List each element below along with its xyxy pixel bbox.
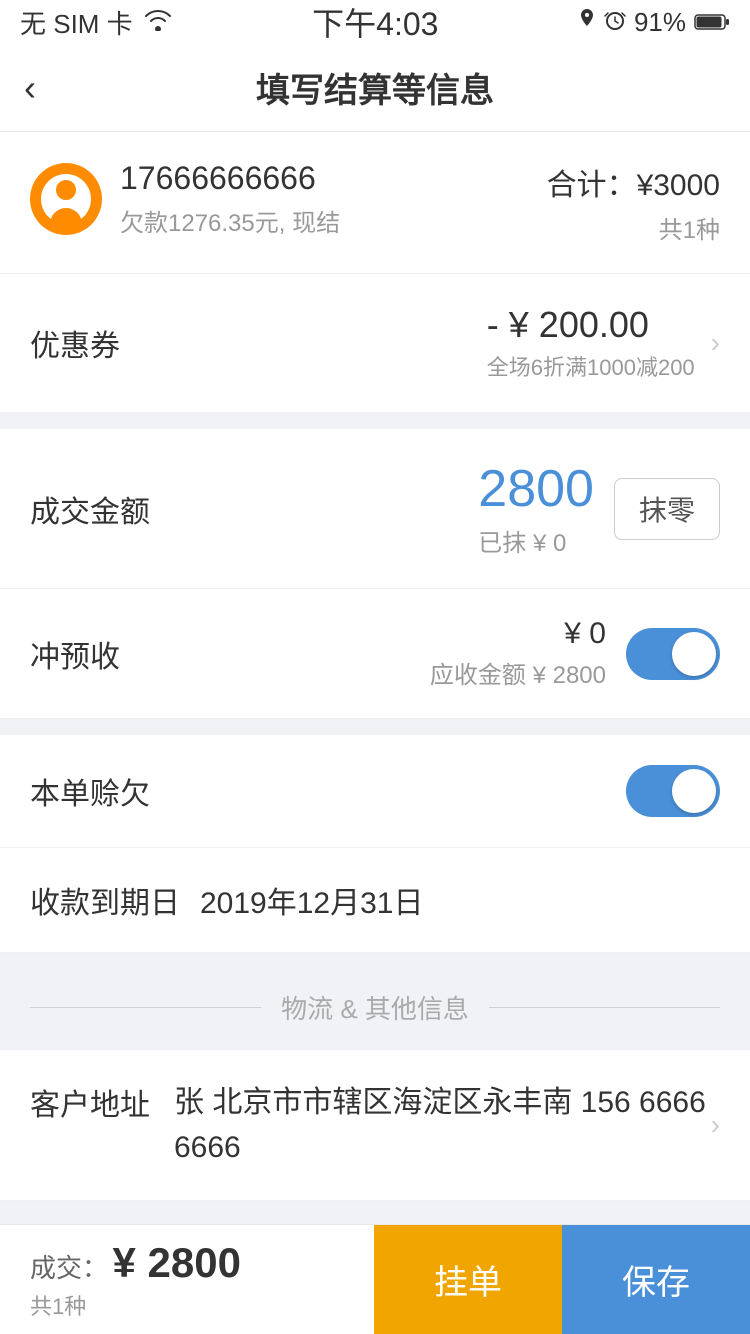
- debt-label: 本单赊欠: [30, 769, 150, 813]
- wifi-icon: [143, 7, 173, 38]
- prepay-row: 冲预收 ¥ 0 应收金额 ¥ 2800: [0, 589, 750, 719]
- bottom-btn-group: 挂单 保存: [374, 1225, 750, 1334]
- bottom-deal-count: 共1种: [30, 1289, 344, 1321]
- battery-text: 91%: [634, 7, 686, 38]
- prepay-amount: ¥ 0: [430, 617, 606, 651]
- logistics-divider-text: 物流 & 其他信息: [281, 989, 469, 1026]
- prepay-label: 冲预收: [30, 632, 120, 676]
- battery-icon: [694, 7, 730, 38]
- discount-value: - ¥ 200.00: [487, 304, 695, 346]
- discount-sub: 全场6折满1000减200: [487, 350, 695, 382]
- bottom-bar: 成交： ¥ 2800 共1种 挂单 保存: [0, 1224, 750, 1334]
- due-date-value: 2019年12月31日: [200, 878, 423, 922]
- section-gap-1: [0, 413, 750, 429]
- debt-toggle[interactable]: [626, 765, 720, 817]
- carrier-text: 无 SIM 卡: [20, 4, 133, 41]
- customer-sub-info: 欠款1276.35元, 现结: [120, 203, 340, 238]
- avatar-image: [41, 174, 91, 224]
- deal-amount-value: 2800: [478, 459, 594, 519]
- debt-row: 本单赊欠: [0, 735, 750, 848]
- section-gap-3: [0, 953, 750, 969]
- deal-amount-label: 成交金额: [30, 487, 150, 531]
- divider-line-left: [30, 1007, 261, 1008]
- location-icon: [578, 7, 596, 38]
- discount-right: - ¥ 200.00 全场6折满1000减200 ›: [487, 304, 720, 382]
- customer-left: 17666666666 欠款1276.35元, 现结: [30, 160, 340, 238]
- address-value: 张 北京市市辖区海淀区永丰南 156 6666 6666: [174, 1080, 711, 1170]
- status-bar: 无 SIM 卡 下午4:03 91%: [0, 0, 750, 44]
- back-button[interactable]: ‹: [24, 67, 36, 109]
- bottom-deal-row: 成交： ¥ 2800: [30, 1239, 344, 1287]
- deal-amount-row: 成交金额 2800 已抹 ¥ 0 抹零: [0, 429, 750, 589]
- due-date-row: 收款到期日 2019年12月31日: [0, 848, 750, 953]
- round-button[interactable]: 抹零: [614, 478, 720, 540]
- discount-row[interactable]: 优惠券 - ¥ 200.00 全场6折满1000减200 ›: [0, 274, 750, 413]
- customer-info: 17666666666 欠款1276.35元, 现结: [120, 160, 340, 238]
- bottom-deal-label: 成交：: [30, 1253, 108, 1283]
- prepay-amount-block: ¥ 0 应收金额 ¥ 2800: [430, 617, 606, 690]
- customer-total: 合计：¥3000 共1种: [547, 160, 720, 245]
- due-date-label: 收款到期日: [30, 878, 180, 922]
- address-label: 客户地址: [30, 1080, 150, 1124]
- customer-phone: 17666666666: [120, 160, 340, 197]
- deal-amount-right: 2800 已抹 ¥ 0 抹零: [478, 459, 720, 558]
- status-right: 91%: [578, 7, 730, 38]
- address-chevron-icon: ›: [711, 1109, 720, 1141]
- discount-chevron-icon: ›: [711, 327, 720, 359]
- total-amount: 合计：¥3000: [547, 160, 720, 204]
- prepay-sub: 应收金额 ¥ 2800: [430, 655, 606, 690]
- logistics-divider: 物流 & 其他信息: [0, 969, 750, 1046]
- status-time: 下午4:03: [312, 0, 438, 45]
- total-count: 共1种: [547, 210, 720, 245]
- prepay-right: ¥ 0 应收金额 ¥ 2800: [430, 617, 720, 690]
- deal-already-text: 已抹 ¥ 0: [478, 523, 594, 558]
- bottom-summary: 成交： ¥ 2800 共1种: [0, 1239, 374, 1321]
- divider-line-right: [489, 1007, 720, 1008]
- address-row[interactable]: 客户地址 张 北京市市辖区海淀区永丰南 156 6666 6666 ›: [0, 1050, 750, 1201]
- avatar: [30, 163, 102, 235]
- bottom-deal-amount: ¥ 2800: [112, 1239, 240, 1286]
- hold-button[interactable]: 挂单: [374, 1225, 562, 1334]
- content-area: 17666666666 欠款1276.35元, 现结 合计：¥3000 共1种 …: [0, 132, 750, 1321]
- status-left: 无 SIM 卡: [20, 4, 173, 41]
- nav-bar: ‹ 填写结算等信息: [0, 44, 750, 132]
- page-title: 填写结算等信息: [256, 63, 494, 112]
- section-gap-2: [0, 719, 750, 735]
- alarm-icon: [604, 7, 626, 38]
- customer-card: 17666666666 欠款1276.35元, 现结 合计：¥3000 共1种: [0, 132, 750, 274]
- discount-label: 优惠券: [30, 321, 120, 365]
- save-button[interactable]: 保存: [562, 1225, 750, 1334]
- prepay-toggle[interactable]: [626, 628, 720, 680]
